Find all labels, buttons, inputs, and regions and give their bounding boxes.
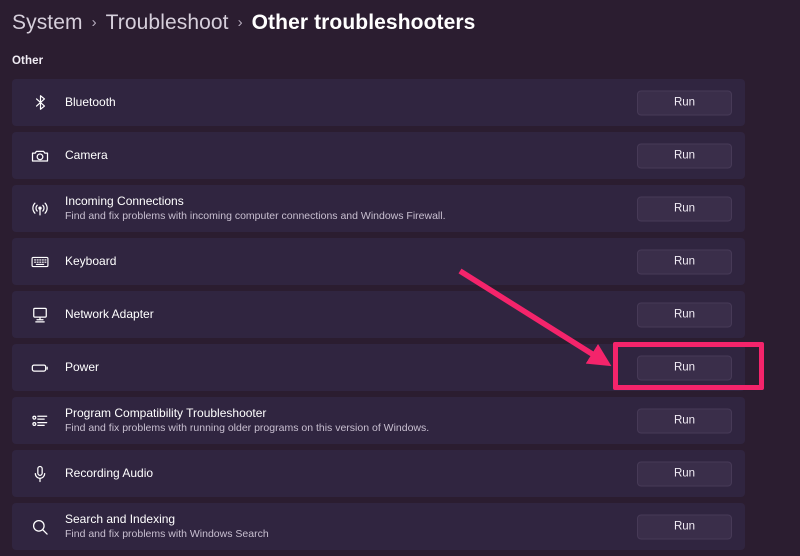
troubleshooter-text: Camera: [65, 148, 108, 163]
incoming-connections-icon: [29, 198, 51, 220]
search-icon: [29, 516, 51, 538]
run-button[interactable]: Run: [637, 461, 732, 486]
run-button[interactable]: Run: [637, 408, 732, 433]
run-button[interactable]: Run: [637, 355, 732, 380]
troubleshooter-row[interactable]: Power Run: [12, 344, 745, 391]
troubleshooter-title: Recording Audio: [65, 466, 154, 480]
troubleshooter-text: Program Compatibility Troubleshooter Find…: [65, 406, 429, 435]
troubleshooter-row[interactable]: Bluetooth Run: [12, 79, 745, 126]
run-button[interactable]: Run: [637, 302, 732, 327]
network-adapter-icon: [29, 304, 51, 326]
troubleshooter-description: Find and fix problems with running older…: [65, 422, 430, 434]
camera-icon: [29, 145, 51, 167]
troubleshooter-description: Find and fix problems with incoming comp…: [65, 210, 446, 222]
troubleshooter-row[interactable]: Camera Run: [12, 132, 745, 179]
breadcrumb-item-troubleshoot[interactable]: Troubleshoot: [106, 11, 229, 35]
troubleshooter-text: Keyboard: [65, 254, 116, 269]
run-button[interactable]: Run: [637, 196, 732, 221]
troubleshooter-title: Network Adapter: [65, 307, 154, 321]
breadcrumb-item-system[interactable]: System: [12, 11, 83, 35]
troubleshooter-title: Program Compatibility Troubleshooter: [65, 406, 267, 420]
troubleshooter-title: Power: [65, 360, 100, 374]
troubleshooter-text: Search and Indexing Find and fix problems…: [65, 512, 269, 541]
section-header-other: Other: [12, 55, 44, 67]
breadcrumb: System › Troubleshoot › Other troublesho…: [12, 7, 475, 39]
troubleshooter-row[interactable]: Recording Audio Run: [12, 450, 745, 497]
troubleshooter-row[interactable]: Program Compatibility Troubleshooter Find…: [12, 397, 745, 444]
run-button[interactable]: Run: [637, 90, 732, 115]
troubleshooter-title: Bluetooth: [65, 95, 116, 109]
troubleshooter-row[interactable]: Network Adapter Run: [12, 291, 745, 338]
microphone-icon: [29, 463, 51, 485]
troubleshooter-title: Incoming Connections: [65, 194, 184, 208]
troubleshooter-row[interactable]: Incoming Connections Find and fix problem…: [12, 185, 745, 232]
troubleshooter-text: Bluetooth: [65, 95, 116, 110]
run-button[interactable]: Run: [637, 143, 732, 168]
program-compatibility-icon: [29, 410, 51, 432]
power-icon: [29, 357, 51, 379]
breadcrumb-item-other-troubleshooters: Other troubleshooters: [251, 11, 476, 34]
troubleshooter-title: Search and Indexing: [65, 512, 176, 526]
troubleshooter-text: Network Adapter: [65, 307, 154, 322]
troubleshooter-text: Recording Audio: [65, 466, 153, 481]
troubleshooter-description: Find and fix problems with Windows Searc…: [65, 528, 269, 540]
chevron-right-icon: ›: [91, 14, 97, 31]
bluetooth-icon: [29, 92, 51, 114]
troubleshooter-text: Incoming Connections Find and fix problem…: [65, 194, 446, 223]
chevron-right-icon: ›: [237, 14, 243, 31]
troubleshooter-title: Camera: [65, 148, 108, 162]
run-button[interactable]: Run: [637, 249, 732, 274]
troubleshooter-text: Power: [65, 360, 99, 375]
run-button[interactable]: Run: [637, 514, 732, 539]
troubleshooter-list: Bluetooth Run Camera Run Incoming Connection…: [12, 79, 745, 556]
troubleshooter-title: Keyboard: [65, 254, 117, 268]
keyboard-icon: [29, 251, 51, 273]
troubleshooter-row[interactable]: Search and Indexing Find and fix problems…: [12, 503, 745, 550]
troubleshooter-row[interactable]: Keyboard Run: [12, 238, 745, 285]
